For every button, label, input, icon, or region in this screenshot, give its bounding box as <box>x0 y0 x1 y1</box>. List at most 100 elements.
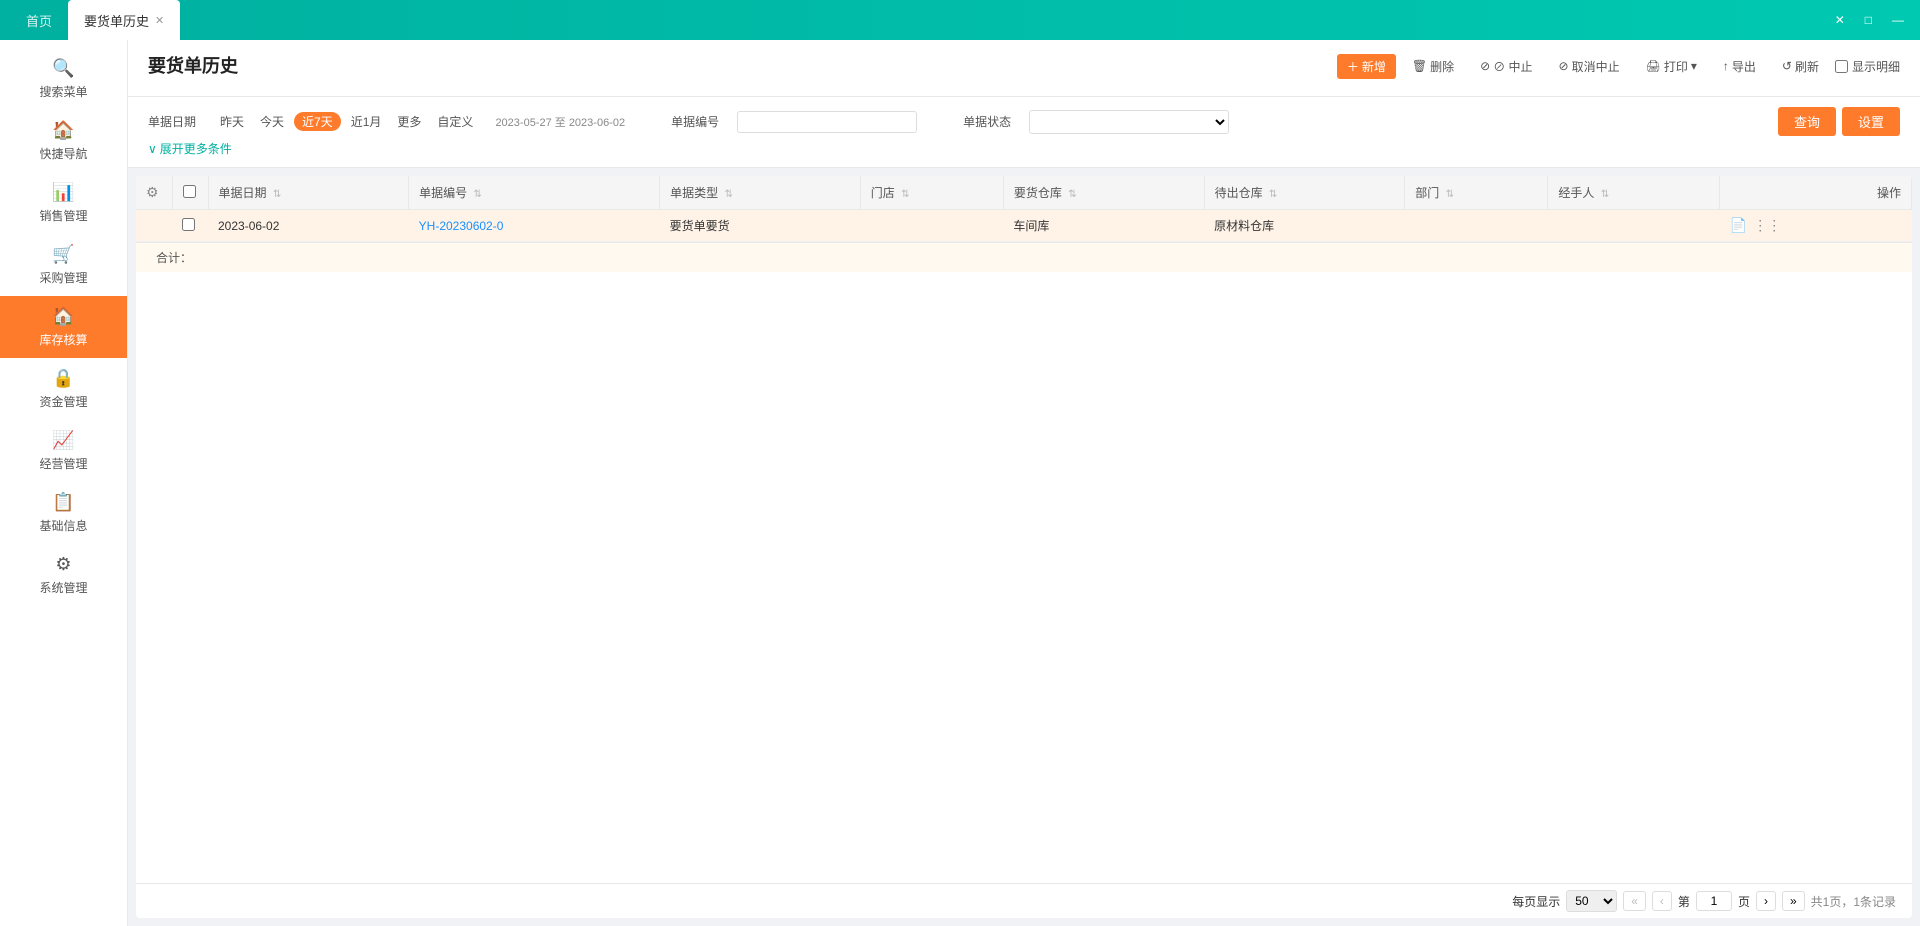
row-out-warehouse: 原材料仓库 <box>1204 210 1405 242</box>
row-action: 📄 ⋮⋮ <box>1720 210 1912 242</box>
export-icon: ↑ <box>1723 59 1729 73</box>
sort-date-icon[interactable]: ⇅ <box>273 189 281 200</box>
cancel-stop-icon: ⊘ <box>1559 59 1569 73</box>
select-all-checkbox[interactable] <box>183 185 196 198</box>
settings-button[interactable]: 设置 <box>1842 107 1900 136</box>
data-table: ⚙ 单据日期 ⇅ 单据编号 ⇅ <box>136 176 1912 242</box>
row-dept <box>1405 210 1548 242</box>
status-label: 单据状态 <box>963 113 1013 130</box>
row-select-checkbox[interactable] <box>182 218 195 231</box>
edit-action-icon[interactable]: 📄 <box>1730 217 1747 234</box>
th-doc-no: 单据编号 ⇅ <box>409 176 660 210</box>
date-btn-custom[interactable]: 自定义 <box>431 112 479 131</box>
th-action: 操作 <box>1720 176 1912 210</box>
close-tab-icon[interactable]: ✕ <box>155 14 164 27</box>
date-btn-yesterday[interactable]: 昨天 <box>214 112 250 131</box>
sort-dept-icon[interactable]: ⇅ <box>1446 189 1454 200</box>
th-store: 门店 ⇅ <box>860 176 1003 210</box>
operations-icon: 📈 <box>52 430 74 451</box>
th-out-warehouse-label: 待出仓库 <box>1215 186 1263 200</box>
tab-home[interactable]: 首页 <box>10 0 68 40</box>
inventory-icon: 🏠 <box>52 306 74 327</box>
doc-no-input[interactable] <box>737 111 917 133</box>
row-checkbox <box>172 210 208 242</box>
sidebar-item-operations[interactable]: 📈 经营管理 <box>0 420 127 482</box>
th-store-label: 门店 <box>871 186 895 200</box>
tab-purchase-history-label: 要货单历史 <box>84 11 149 30</box>
row-doc-no-link[interactable]: YH-20230602-0 <box>419 219 504 233</box>
main-content: 要货单历史 ＋ 新增 🗑 删除 ⊘ ⊘ 中止 ⊘ <box>128 40 1920 926</box>
sales-icon: 📊 <box>52 182 74 203</box>
display-detail-toggle[interactable]: 显示明细 <box>1835 58 1900 75</box>
settings-btn-label: 设置 <box>1858 112 1884 131</box>
status-select[interactable] <box>1029 110 1229 134</box>
sidebar-item-purchase[interactable]: 🛒 采购管理 <box>0 234 127 296</box>
pagination: 每页显示 20 50 100 200 « ‹ 第 页 › » 共1页，1条记录 <box>136 883 1912 918</box>
sort-out-warehouse-icon[interactable]: ⇅ <box>1269 189 1277 200</box>
sidebar-item-inventory[interactable]: 🏠 库存核算 <box>0 296 127 358</box>
sidebar-item-quick-nav[interactable]: 🏠 快捷导航 <box>0 110 127 172</box>
current-page-input[interactable] <box>1696 891 1732 911</box>
delete-label: 删除 <box>1430 58 1454 75</box>
row-settings <box>136 210 172 242</box>
action-icons: 📄 ⋮⋮ <box>1730 217 1902 234</box>
expand-filter-btn[interactable]: ∨ 展开更多条件 <box>148 140 1900 157</box>
th-warehouse-label: 要货仓库 <box>1014 186 1062 200</box>
sidebar-item-system[interactable]: ⚙ 系统管理 <box>0 544 127 606</box>
delete-button[interactable]: 🗑 删除 <box>1402 54 1464 79</box>
sidebar-item-quick-nav-label: 快捷导航 <box>39 145 87 162</box>
sidebar-item-sales[interactable]: 📊 销售管理 <box>0 172 127 234</box>
th-settings: ⚙ <box>136 176 172 210</box>
doc-no-label: 单据编号 <box>671 113 721 130</box>
date-filter-label: 单据日期 <box>148 113 198 130</box>
row-store <box>860 210 1003 242</box>
new-label: 新增 <box>1362 58 1386 75</box>
th-action-label: 操作 <box>1877 186 1901 200</box>
more-action-icon[interactable]: ⋮⋮ <box>1753 217 1781 234</box>
date-btn-1month[interactable]: 近1月 <box>345 112 388 131</box>
stop-button[interactable]: ⊘ ⊘ 中止 <box>1470 54 1542 79</box>
table-area: ⚙ 单据日期 ⇅ 单据编号 ⇅ <box>136 176 1912 918</box>
window-maximize-btn[interactable]: □ <box>1859 11 1878 29</box>
sort-store-icon[interactable]: ⇅ <box>901 189 909 200</box>
print-button[interactable]: 🖨 打印 ▾ <box>1636 54 1707 79</box>
date-btn-more[interactable]: 更多 <box>391 112 427 131</box>
prev-page-btn[interactable]: ‹ <box>1652 891 1672 911</box>
last-page-btn[interactable]: » <box>1782 891 1805 911</box>
refresh-button[interactable]: ↺ 刷新 <box>1772 54 1829 79</box>
date-btn-7days[interactable]: 近7天 <box>294 112 341 131</box>
window-minimize-btn[interactable]: — <box>1886 11 1910 29</box>
page-title: 要货单历史 <box>148 52 238 78</box>
row-handler <box>1548 210 1720 242</box>
sidebar-item-basic-info-label: 基础信息 <box>39 517 87 534</box>
display-detail-checkbox[interactable] <box>1835 60 1848 73</box>
tab-home-label: 首页 <box>26 11 52 30</box>
expand-icon: ∨ <box>148 142 157 156</box>
th-checkbox <box>172 176 208 210</box>
date-range-display: 2023-05-27 至 2023-06-02 <box>495 114 625 130</box>
cancel-stop-button[interactable]: ⊘ 取消中止 <box>1549 54 1630 79</box>
page-end-label: 页 <box>1738 893 1750 910</box>
sort-warehouse-icon[interactable]: ⇅ <box>1068 189 1076 200</box>
per-page-select[interactable]: 20 50 100 200 <box>1566 890 1617 912</box>
sidebar-item-sales-label: 销售管理 <box>39 207 87 224</box>
page-header: 要货单历史 ＋ 新增 🗑 删除 ⊘ ⊘ 中止 ⊘ <box>128 40 1920 97</box>
first-page-btn[interactable]: « <box>1623 891 1646 911</box>
table-footer: 合计： <box>136 242 1912 272</box>
sidebar-item-search[interactable]: 🔍 搜索菜单 <box>0 48 127 110</box>
new-button[interactable]: ＋ 新增 <box>1337 54 1396 79</box>
sidebar-item-finance[interactable]: 🔒 资金管理 <box>0 358 127 420</box>
sidebar-item-basic-info[interactable]: 📋 基础信息 <box>0 482 127 544</box>
next-page-btn[interactable]: › <box>1756 891 1776 911</box>
date-btn-today[interactable]: 今天 <box>254 112 290 131</box>
sort-doc-type-icon[interactable]: ⇅ <box>724 189 732 200</box>
sort-doc-no-icon[interactable]: ⇅ <box>474 189 482 200</box>
column-settings-icon[interactable]: ⚙ <box>146 184 159 200</box>
print-label: 打印 <box>1664 58 1688 75</box>
search-button[interactable]: 查询 <box>1778 107 1836 136</box>
export-button[interactable]: ↑ 导出 <box>1713 54 1766 79</box>
expand-label: 展开更多条件 <box>160 140 232 157</box>
tab-purchase-history[interactable]: 要货单历史 ✕ <box>68 0 180 40</box>
window-close-btn[interactable]: ✕ <box>1829 11 1851 29</box>
sort-handler-icon[interactable]: ⇅ <box>1601 189 1609 200</box>
